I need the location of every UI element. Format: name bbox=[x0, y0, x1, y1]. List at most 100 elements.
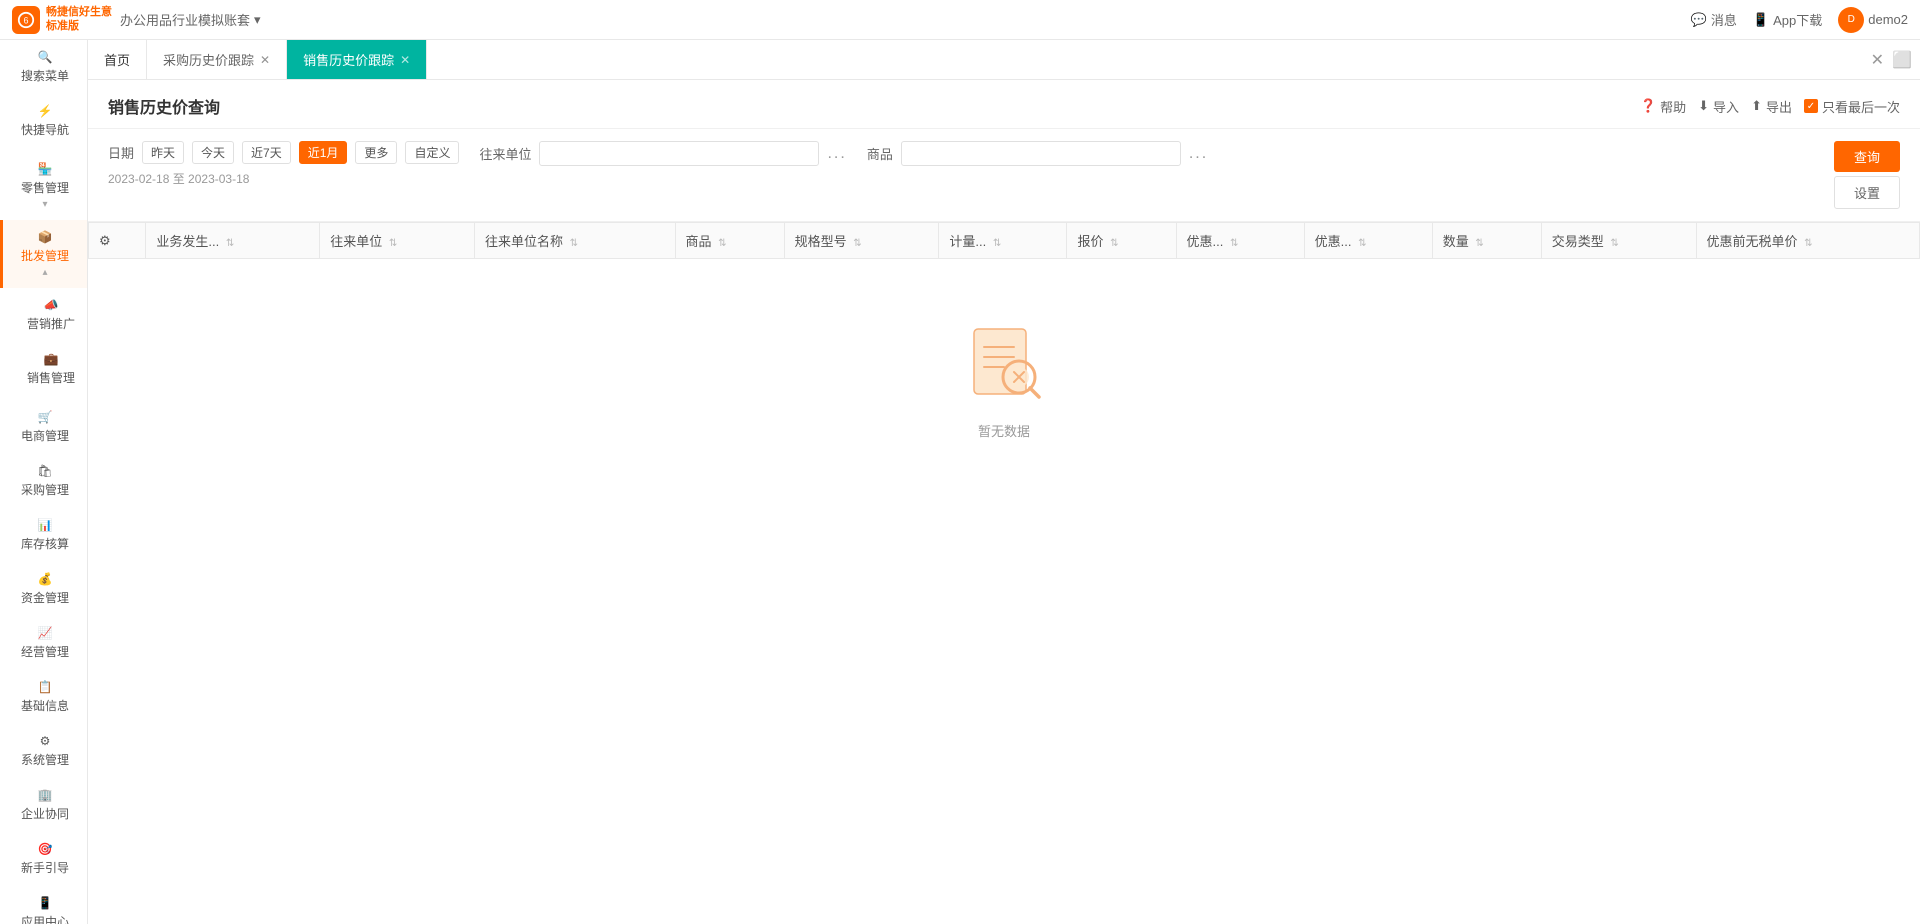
sort-icon-biz-date: ⇅ bbox=[226, 238, 234, 249]
data-table: ⚙ 业务发生... ⇅ 往来单位 ⇅ bbox=[88, 222, 1920, 259]
top-bar-right: 💬 消息 📱 App下载 D demo2 bbox=[1691, 7, 1908, 33]
date-btn-more[interactable]: 更多 bbox=[355, 141, 397, 164]
app-selector[interactable]: 办公用品行业模拟账套 ▾ bbox=[120, 10, 261, 29]
user-menu[interactable]: D demo2 bbox=[1838, 7, 1908, 33]
chevron-down-icon: ▾ bbox=[254, 12, 261, 28]
retail-icon: 🏪 bbox=[38, 162, 53, 176]
sidebar-item-base-info[interactable]: 📋 基础信息 bbox=[0, 670, 87, 724]
th-goods[interactable]: 商品 ⇅ bbox=[675, 223, 784, 259]
tab-purchase-history[interactable]: 采购历史价跟踪 ✕ bbox=[147, 40, 287, 79]
sort-icon-partner-code: ⇅ bbox=[389, 238, 397, 249]
th-unit[interactable]: 计量... ⇅ bbox=[939, 223, 1067, 259]
date-btn-custom[interactable]: 自定义 bbox=[405, 141, 459, 164]
operations-icon: 📈 bbox=[38, 626, 53, 640]
wholesale-icon: 📦 bbox=[38, 230, 53, 244]
sidebar-item-retail[interactable]: 🏪 零售管理 ▾ bbox=[0, 152, 87, 220]
sidebar-item-wholesale[interactable]: 📦 批发管理 ▴ bbox=[0, 220, 87, 288]
sales-history-tab-label: 销售历史价跟踪 bbox=[303, 50, 394, 69]
date-btn-last1month[interactable]: 近1月 bbox=[299, 141, 348, 164]
settings-button[interactable]: 设置 bbox=[1834, 176, 1900, 209]
logo-text: 畅捷信好生意 标准版 bbox=[46, 6, 112, 32]
sidebar: 🔍 搜索菜单 ⚡ 快捷导航 🏪 零售管理 ▾ 📦 批发管理 ▴ 📣 营销推广 💼… bbox=[0, 40, 88, 924]
th-partner-name[interactable]: 往来单位名称 ⇅ bbox=[475, 223, 676, 259]
close-sales-history-tab-icon[interactable]: ✕ bbox=[400, 53, 410, 67]
th-quote[interactable]: 报价 ⇅ bbox=[1067, 223, 1176, 259]
page-header: 销售历史价查询 ❓ 帮助 ⬇ 导入 ⬆ 导出 bbox=[88, 80, 1920, 129]
gear-icon: ⚙ bbox=[99, 233, 111, 248]
goods-label: 商品 bbox=[867, 144, 893, 163]
sidebar-item-finance[interactable]: 💰 资金管理 bbox=[0, 562, 87, 616]
empty-state: 暂无数据 bbox=[88, 259, 1920, 500]
sort-icon-quote: ⇅ bbox=[1110, 238, 1118, 249]
import-button[interactable]: ⬇ 导入 bbox=[1698, 97, 1739, 116]
sort-icon-pretax-price: ⇅ bbox=[1804, 238, 1812, 249]
sidebar-item-ecommerce[interactable]: 🛒 电商管理 bbox=[0, 400, 87, 454]
sidebar-item-operations[interactable]: 📈 经营管理 bbox=[0, 616, 87, 670]
content-area: 首页 采购历史价跟踪 ✕ 销售历史价跟踪 ✕ ✕ ⬜ 销售历史价查询 bbox=[88, 40, 1920, 924]
sales-icon: 💼 bbox=[44, 352, 59, 366]
goods-filter-group: 商品 ... bbox=[867, 141, 1208, 166]
only-last-checkbox[interactable]: 只看最后一次 bbox=[1804, 97, 1900, 116]
goods-input[interactable] bbox=[901, 141, 1181, 166]
svg-text:6: 6 bbox=[23, 15, 28, 25]
app-center-icon: 📱 bbox=[38, 896, 53, 910]
sidebar-item-guide[interactable]: 🎯 新手引导 bbox=[0, 832, 87, 886]
th-discount2[interactable]: 优惠... ⇅ bbox=[1304, 223, 1432, 259]
sidebar-item-purchase[interactable]: 🛍 采购管理 bbox=[0, 454, 87, 508]
th-discount1[interactable]: 优惠... ⇅ bbox=[1176, 223, 1304, 259]
query-button[interactable]: 查询 bbox=[1834, 141, 1900, 172]
sidebar-item-search-menu[interactable]: 🔍 搜索菜单 bbox=[0, 40, 87, 94]
sidebar-item-app-center[interactable]: 📱 应用中心 bbox=[0, 886, 87, 924]
top-bar-left: 6 畅捷信好生意 标准版 办公用品行业模拟账套 ▾ bbox=[12, 6, 261, 34]
purchase-icon: 🛍 bbox=[37, 464, 52, 478]
phone-icon: 📱 bbox=[1753, 12, 1769, 28]
help-button[interactable]: ❓ 帮助 bbox=[1640, 97, 1686, 116]
partner-filter-group: 往来单位 ... bbox=[479, 141, 846, 166]
logo-area: 6 畅捷信好生意 标准版 bbox=[12, 6, 112, 34]
partner-filter-row: 往来单位 ... bbox=[479, 141, 846, 166]
grid-icon: ⚡ bbox=[38, 104, 53, 118]
date-btn-yesterday[interactable]: 昨天 bbox=[142, 141, 184, 164]
tab-sales-history[interactable]: 销售历史价跟踪 ✕ bbox=[287, 40, 427, 79]
app-download-button[interactable]: 📱 App下载 bbox=[1753, 10, 1822, 29]
date-btn-last7days[interactable]: 近7天 bbox=[242, 141, 291, 164]
close-tab-button[interactable]: ✕ bbox=[1871, 50, 1884, 70]
th-settings[interactable]: ⚙ bbox=[89, 223, 146, 259]
export-button[interactable]: ⬆ 导出 bbox=[1751, 97, 1792, 116]
th-pretax-price[interactable]: 优惠前无税单价 ⇅ bbox=[1696, 223, 1919, 259]
inventory-icon: 📊 bbox=[38, 518, 53, 532]
sort-icon-trade-type: ⇅ bbox=[1610, 238, 1618, 249]
tab-home[interactable]: 首页 bbox=[88, 40, 147, 79]
partner-label: 往来单位 bbox=[479, 144, 531, 163]
sidebar-item-marketing[interactable]: 📣 营销推广 bbox=[0, 288, 87, 342]
goods-lookup-icon[interactable]: ... bbox=[1189, 145, 1208, 163]
th-spec[interactable]: 规格型号 ⇅ bbox=[784, 223, 939, 259]
sidebar-item-quick-nav[interactable]: ⚡ 快捷导航 bbox=[0, 94, 87, 148]
th-biz-date[interactable]: 业务发生... ⇅ bbox=[146, 223, 320, 259]
import-icon: ⬇ bbox=[1698, 98, 1709, 114]
maximize-tab-button[interactable]: ⬜ bbox=[1892, 50, 1912, 70]
partner-lookup-icon[interactable]: ... bbox=[827, 145, 846, 163]
main-layout: 🔍 搜索菜单 ⚡ 快捷导航 🏪 零售管理 ▾ 📦 批发管理 ▴ 📣 营销推广 💼… bbox=[0, 40, 1920, 924]
help-icon: ❓ bbox=[1640, 98, 1656, 114]
sidebar-item-inventory[interactable]: 📊 库存核算 bbox=[0, 508, 87, 562]
partner-input[interactable] bbox=[539, 141, 819, 166]
th-quantity[interactable]: 数量 ⇅ bbox=[1432, 223, 1541, 259]
filter-actions: 查询 设置 bbox=[1834, 141, 1900, 209]
sidebar-item-sales-mgmt[interactable]: 💼 销售管理 bbox=[0, 342, 87, 396]
chevron-up-icon: ▴ bbox=[42, 267, 47, 278]
th-trade-type[interactable]: 交易类型 ⇅ bbox=[1541, 223, 1696, 259]
th-partner-code[interactable]: 往来单位 ⇅ bbox=[320, 223, 475, 259]
date-filter-group: 日期 昨天 今天 近7天 近1月 更多 自定义 2023-02-18 至 202… bbox=[108, 141, 459, 187]
sidebar-item-system[interactable]: ⚙ 系统管理 bbox=[0, 724, 87, 778]
empty-icon bbox=[959, 319, 1049, 409]
page-title: 销售历史价查询 bbox=[108, 94, 220, 118]
close-purchase-history-tab-icon[interactable]: ✕ bbox=[260, 53, 270, 67]
message-button[interactable]: 💬 消息 bbox=[1691, 10, 1737, 29]
table-header: ⚙ 业务发生... ⇅ 往来单位 ⇅ bbox=[89, 223, 1920, 259]
date-label: 日期 bbox=[108, 143, 134, 162]
date-btn-today[interactable]: 今天 bbox=[192, 141, 234, 164]
sidebar-item-enterprise[interactable]: 🏢 企业协同 bbox=[0, 778, 87, 832]
sort-icon-discount1: ⇅ bbox=[1230, 238, 1238, 249]
tab-bar-actions: ✕ ⬜ bbox=[1863, 40, 1920, 79]
